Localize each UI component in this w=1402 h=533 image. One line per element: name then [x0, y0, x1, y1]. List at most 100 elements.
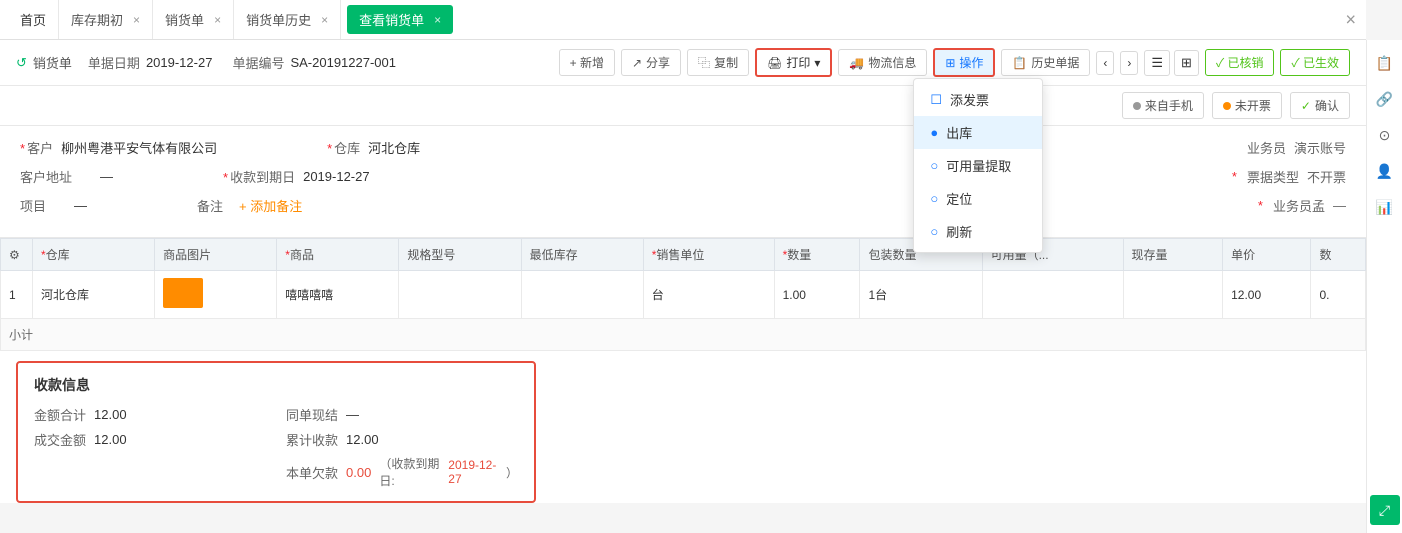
- add-button[interactable]: + 新增: [559, 49, 615, 76]
- close-tab-view-sales-order[interactable]: ×: [434, 13, 441, 27]
- form-row-1: *客户 柳州粤港平安气体有限公司 *仓库 河北仓库 业务员 演示账号: [20, 138, 1346, 157]
- row-spec: [399, 271, 521, 319]
- status-yihexiao-button[interactable]: ✓ 已核销: [1205, 49, 1275, 76]
- ketiyong-icon: ○: [930, 158, 938, 173]
- caozuo-wrapper: ⊞ 操作 ☐ 添发票 ● 出库 ○: [933, 48, 995, 77]
- sidebar-icon-5[interactable]: 📊: [1370, 192, 1400, 222]
- doc-type-label: 销货单: [33, 53, 72, 72]
- same-settlement-row: 同单现结 —: [286, 405, 518, 424]
- payment-date-field: *收款到期日 2019-12-27: [223, 167, 370, 186]
- sidebar-icon-3[interactable]: ⊙: [1370, 120, 1400, 150]
- payment-info-box: 收款信息 金额合计 12.00 同单现结 — 成交金额 12.00 累计收款 1…: [16, 361, 536, 503]
- doc-date-item: 单据日期 2019-12-27: [88, 53, 213, 72]
- close-tab-inventory-init[interactable]: ×: [133, 13, 140, 27]
- prev-button[interactable]: ‹: [1096, 51, 1114, 75]
- warehouse-field: *仓库 河北仓库: [327, 138, 420, 157]
- caozuo-button[interactable]: ⊞ 操作: [933, 48, 995, 77]
- second-toolbar: 来自手机 未开票 ✓ 确认: [0, 86, 1366, 126]
- status-yishengxiao-button[interactable]: ✓ 已生效: [1280, 49, 1350, 76]
- col-qty: *数量: [774, 239, 860, 271]
- shuaxin-icon: ○: [930, 224, 938, 239]
- note-field: 备注 + 添加备注: [197, 196, 302, 215]
- close-tab-sales-order[interactable]: ×: [214, 13, 221, 27]
- payment-title: 收款信息: [34, 375, 518, 395]
- logistics-icon: 🚚: [849, 56, 864, 70]
- document-header: ↺ 销货单 单据日期 2019-12-27 单据编号 SA-20191227-0…: [0, 40, 1366, 86]
- row-unit: 台: [643, 271, 774, 319]
- window-close-button[interactable]: ×: [1345, 9, 1356, 30]
- row-avail: [982, 271, 1123, 319]
- subtotal-label: 小计: [1, 319, 1366, 351]
- col-num2: 数: [1311, 239, 1366, 271]
- document-area: ↺ 销货单 单据日期 2019-12-27 单据编号 SA-20191227-0…: [0, 40, 1366, 503]
- print-button[interactable]: 🖨 打印 ▾: [755, 48, 832, 77]
- view-toggle: ☰ ⊞: [1144, 50, 1199, 76]
- cumulative-receipt-row: 累计收款 12.00: [286, 430, 518, 449]
- tab-view-sales-order[interactable]: 查看销货单 ×: [347, 5, 453, 34]
- confirm-button[interactable]: ✓ 确认: [1290, 92, 1350, 119]
- sidebar-expand-icon[interactable]: ⤢: [1370, 495, 1400, 525]
- form-row-2: 客户地址 — *收款到期日 2019-12-27 * 票据类型 不开票: [20, 167, 1346, 186]
- share-button[interactable]: ↗ 分享: [621, 49, 681, 76]
- row-current-stock: [1123, 271, 1223, 319]
- from-phone-button[interactable]: 来自手机: [1122, 92, 1204, 119]
- col-warehouse: *仓库: [33, 239, 155, 271]
- history-icon: 📋: [1012, 56, 1027, 70]
- data-table: ⚙ *仓库 商品图片 *商品 规格型号 最低库存 *销售单位 *数量 包装数量 …: [0, 238, 1366, 351]
- col-settings[interactable]: ⚙: [1, 239, 33, 271]
- row-min-stock: [521, 271, 643, 319]
- doc-number-item: 单据编号 SA-20191227-001: [232, 53, 396, 72]
- payment-grid: 金额合计 12.00 同单现结 — 成交金额 12.00 累计收款 12.00: [34, 405, 518, 489]
- confirm-icon: ✓: [1301, 99, 1311, 113]
- dingwei-icon: ○: [930, 191, 938, 206]
- sidebar-icon-2[interactable]: 🔗: [1370, 84, 1400, 114]
- tab-sales-history[interactable]: 销货单历史 ×: [234, 0, 341, 39]
- ticket-field: * 票据类型 不开票: [1232, 167, 1346, 186]
- caozuo-dropdown: ☐ 添发票 ● 出库 ○ 可用量提取 ○ 定位: [913, 78, 1043, 253]
- product-image: [163, 278, 203, 308]
- next-button[interactable]: ›: [1120, 51, 1138, 75]
- row-price: 12.00: [1223, 271, 1311, 319]
- document-title: ↺ 销货单: [16, 53, 72, 72]
- dropdown-item-chuku[interactable]: ● 出库: [914, 116, 1042, 149]
- amount-total-row: 金额合计 12.00: [34, 405, 266, 424]
- trade-amount-row: 成交金额 12.00: [34, 430, 266, 449]
- col-unit: *销售单位: [643, 239, 774, 271]
- dropdown-item-ketiyong[interactable]: ○ 可用量提取: [914, 149, 1042, 182]
- caozuo-icon: ⊞: [945, 56, 955, 70]
- tab-inventory-init[interactable]: 库存期初 ×: [59, 0, 153, 39]
- dropdown-item-shuaxin[interactable]: ○ 刷新: [914, 215, 1042, 248]
- logistics-button[interactable]: 🚚 物流信息: [838, 49, 927, 76]
- row-img: [155, 271, 277, 319]
- dropdown-item-tiafapiao[interactable]: ☐ 添发票: [914, 83, 1042, 116]
- form-row-3: 项目 — 备注 + 添加备注 * 业务员孟 —: [20, 196, 1346, 215]
- phone-dot-icon: [1133, 102, 1141, 110]
- col-spec: 规格型号: [399, 239, 521, 271]
- customer-field: *客户 柳州粤港平安气体有限公司: [20, 138, 217, 157]
- document-actions: + 新增 ↗ 分享 ⿻ 复制 🖨 打印 ▾ 🚚 物流信息: [559, 48, 1350, 77]
- share-icon: ↗: [632, 56, 642, 70]
- form-section: *客户 柳州粤港平安气体有限公司 *仓库 河北仓库 业务员 演示账号 客户地址 …: [0, 126, 1366, 237]
- tab-home[interactable]: 首页: [8, 0, 59, 39]
- not-invoiced-button[interactable]: 未开票: [1212, 92, 1282, 119]
- status-buttons: ✓ 已核销 ✓ 已生效: [1205, 49, 1350, 76]
- row-num2: 0.: [1311, 271, 1366, 319]
- col-product: *商品: [277, 239, 399, 271]
- close-tab-sales-history[interactable]: ×: [321, 13, 328, 27]
- salesman-field: * 业务员孟 —: [1258, 196, 1346, 215]
- tab-sales-order[interactable]: 销货单 ×: [153, 0, 234, 39]
- document-meta: 单据日期 2019-12-27 单据编号 SA-20191227-001: [88, 53, 543, 72]
- row-product: 嘻嘻嘻嘻: [277, 271, 399, 319]
- current-owe-row: 本单欠款 0.00 （收款到期日: 2019-12-27 ）: [286, 455, 518, 489]
- sidebar-icon-4[interactable]: 👤: [1370, 156, 1400, 186]
- address-field: 客户地址 —: [20, 167, 113, 186]
- history-button[interactable]: 📋 历史单据: [1001, 49, 1090, 76]
- dropdown-item-dingwei[interactable]: ○ 定位: [914, 182, 1042, 215]
- table-area: ⚙ *仓库 商品图片 *商品 规格型号 最低库存 *销售单位 *数量 包装数量 …: [0, 237, 1366, 351]
- list-view-icon[interactable]: ☰: [1144, 50, 1170, 76]
- grid-view-icon[interactable]: ⊞: [1174, 50, 1199, 76]
- copy-button[interactable]: ⿻ 复制: [687, 49, 749, 76]
- sidebar-icon-1[interactable]: 📋: [1370, 48, 1400, 78]
- right-sidebar: 📋 🔗 ⊙ 👤 📊 ⤢: [1366, 40, 1402, 533]
- tiafapiao-icon: ☐: [930, 92, 942, 108]
